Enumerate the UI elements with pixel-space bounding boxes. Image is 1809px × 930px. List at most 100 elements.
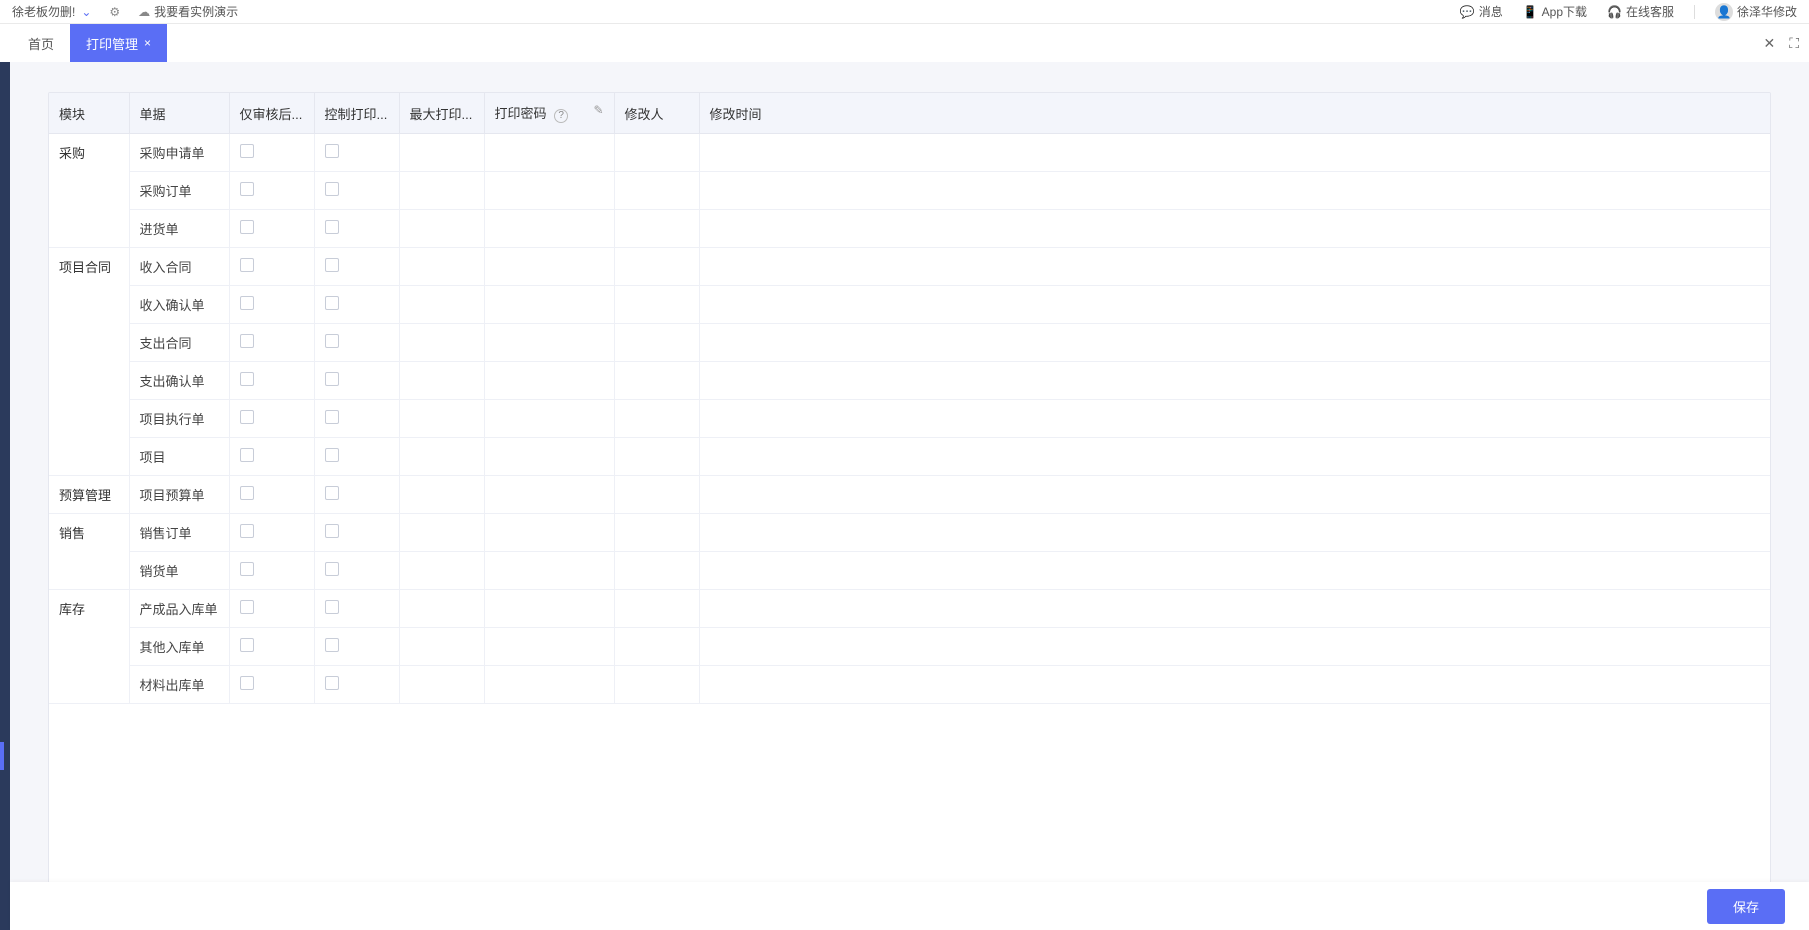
checkbox[interactable] <box>325 296 339 310</box>
save-button[interactable]: 保存 <box>1707 889 1785 924</box>
table-row: 收入确认单 <box>49 286 1770 324</box>
checkbox[interactable] <box>325 182 339 196</box>
table-body-scroll[interactable]: 采购采购申请单采购订单进货单项目合同收入合同收入确认单支出合同支出确认单项目执行… <box>49 134 1770 929</box>
cell-time <box>699 438 1770 476</box>
tab-home[interactable]: 首页 <box>12 24 70 62</box>
checkbox[interactable] <box>325 334 339 348</box>
cell-password <box>484 210 614 248</box>
close-icon[interactable]: × <box>144 36 151 50</box>
cell-doc: 销售订单 <box>129 514 229 552</box>
checkbox[interactable] <box>325 372 339 386</box>
tab-home-label: 首页 <box>28 34 54 53</box>
cell-max <box>399 248 484 286</box>
checkbox[interactable] <box>240 486 254 500</box>
checkbox[interactable] <box>240 258 254 272</box>
cell-password <box>484 628 614 666</box>
download-link[interactable]: 📱 App下载 <box>1523 3 1587 20</box>
left-rail <box>0 62 10 930</box>
phone-icon: 📱 <box>1523 5 1538 19</box>
checkbox[interactable] <box>325 562 339 576</box>
checkbox[interactable] <box>325 638 339 652</box>
checkbox[interactable] <box>240 296 254 310</box>
checkbox[interactable] <box>240 638 254 652</box>
cell-modifier <box>614 476 699 514</box>
cell-time <box>699 134 1770 172</box>
cell-control <box>314 552 399 590</box>
cell-modifier <box>614 628 699 666</box>
table-body: 采购采购申请单采购订单进货单项目合同收入合同收入确认单支出合同支出确认单项目执行… <box>49 134 1770 704</box>
help-icon[interactable]: ? <box>554 109 568 123</box>
cell-audit <box>229 400 314 438</box>
edit-icon[interactable]: ✎ <box>593 103 603 117</box>
cell-doc: 项目执行单 <box>129 400 229 438</box>
checkbox[interactable] <box>325 410 339 424</box>
cell-max <box>399 476 484 514</box>
checkbox[interactable] <box>240 448 254 462</box>
topbar-left: 徐老板勿删! ⌄ ⚙ ☁ 我要看实例演示 <box>12 3 1460 20</box>
cell-password <box>484 438 614 476</box>
cell-max <box>399 286 484 324</box>
cell-modifier <box>614 666 699 704</box>
checkbox[interactable] <box>240 562 254 576</box>
cell-time <box>699 362 1770 400</box>
user-menu[interactable]: 👤 徐泽华修改 <box>1715 3 1797 21</box>
fullscreen-icon[interactable]: ⛶ <box>1789 35 1799 52</box>
cell-modifier <box>614 400 699 438</box>
cell-modifier <box>614 362 699 400</box>
cell-time <box>699 514 1770 552</box>
cell-time <box>699 476 1770 514</box>
checkbox[interactable] <box>325 144 339 158</box>
checkbox[interactable] <box>240 676 254 690</box>
th-time: 修改时间 <box>699 93 1770 134</box>
checkbox[interactable] <box>240 524 254 538</box>
table-row: 销售销售订单 <box>49 514 1770 552</box>
cell-control <box>314 400 399 438</box>
th-max: 最大打印... <box>399 93 484 134</box>
message-link[interactable]: 💬 消息 <box>1460 3 1503 20</box>
tab-print-management[interactable]: 打印管理 × <box>70 24 167 62</box>
checkbox[interactable] <box>325 486 339 500</box>
org-dropdown[interactable]: 徐老板勿删! ⌄ <box>12 3 91 20</box>
th-control: 控制打印... <box>314 93 399 134</box>
cell-control <box>314 324 399 362</box>
checkbox[interactable] <box>325 258 339 272</box>
cell-time <box>699 666 1770 704</box>
checkbox[interactable] <box>325 676 339 690</box>
cell-doc: 支出合同 <box>129 324 229 362</box>
checkbox[interactable] <box>240 334 254 348</box>
cell-module: 库存 <box>49 590 129 704</box>
table-row: 项目执行单 <box>49 400 1770 438</box>
checkbox[interactable] <box>240 182 254 196</box>
cell-doc: 采购订单 <box>129 172 229 210</box>
cell-audit <box>229 210 314 248</box>
cell-module: 采购 <box>49 134 129 248</box>
checkbox[interactable] <box>240 600 254 614</box>
cell-doc: 收入合同 <box>129 248 229 286</box>
checkbox[interactable] <box>240 144 254 158</box>
checkbox[interactable] <box>240 410 254 424</box>
checkbox[interactable] <box>325 220 339 234</box>
demo-link[interactable]: ☁ 我要看实例演示 <box>138 3 238 20</box>
cell-time <box>699 400 1770 438</box>
cell-control <box>314 172 399 210</box>
cell-module: 销售 <box>49 514 129 590</box>
gear-icon[interactable]: ⚙ <box>109 5 120 19</box>
service-label: 在线客服 <box>1626 3 1674 20</box>
cell-control <box>314 248 399 286</box>
cell-modifier <box>614 438 699 476</box>
cell-time <box>699 286 1770 324</box>
checkbox[interactable] <box>325 600 339 614</box>
cell-time <box>699 590 1770 628</box>
checkbox[interactable] <box>240 220 254 234</box>
service-link[interactable]: 🎧 在线客服 <box>1607 3 1674 20</box>
table-header: 模块 单据 仅审核后... 控制打印... 最大打印... 打印密码 ? ✎ 修… <box>49 93 1770 134</box>
cell-max <box>399 362 484 400</box>
cell-time <box>699 628 1770 666</box>
close-all-icon[interactable]: ✕ <box>1763 35 1775 52</box>
cell-time <box>699 172 1770 210</box>
cell-time <box>699 552 1770 590</box>
checkbox[interactable] <box>240 372 254 386</box>
checkbox[interactable] <box>325 524 339 538</box>
checkbox[interactable] <box>325 448 339 462</box>
cell-password <box>484 476 614 514</box>
